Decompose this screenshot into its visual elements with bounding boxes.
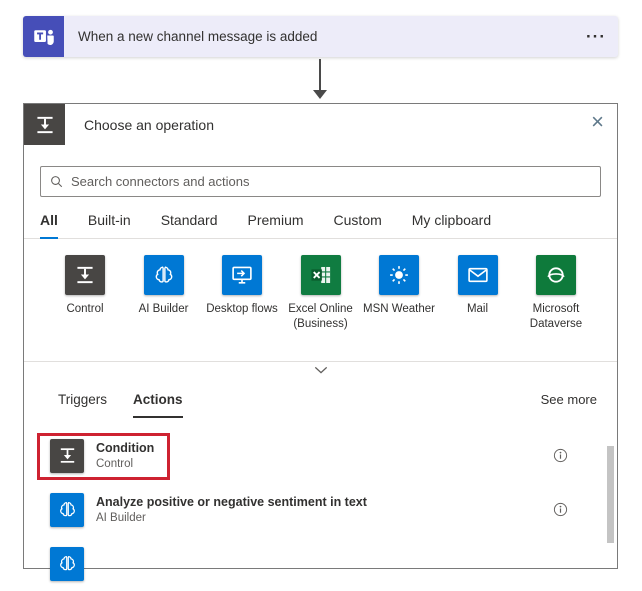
connector-card-dataverse[interactable]: Microsoft Dataverse xyxy=(519,255,593,332)
connector-card-mail[interactable]: Mail xyxy=(441,255,515,332)
trigger-title: When a new channel message is added xyxy=(78,29,318,44)
panel-header: Choose an operation × xyxy=(24,104,617,145)
tab-standard[interactable]: Standard xyxy=(161,212,218,238)
weather-sun-icon xyxy=(379,255,419,295)
trigger-menu-button[interactable]: ··· xyxy=(586,28,606,45)
search-icon xyxy=(49,174,64,189)
ai-builder-icon xyxy=(50,492,84,527)
desktop-flows-icon xyxy=(222,255,262,295)
action-subtitle: Control xyxy=(96,457,134,470)
close-icon[interactable]: × xyxy=(591,111,604,133)
panel-title: Choose an operation xyxy=(84,116,214,133)
info-icon[interactable] xyxy=(552,447,569,464)
action-row-partial[interactable] xyxy=(24,537,617,591)
search-section xyxy=(40,166,601,197)
tab-my-clipboard[interactable]: My clipboard xyxy=(412,212,491,238)
tab-actions[interactable]: Actions xyxy=(133,392,183,418)
connector-label: Control xyxy=(66,303,104,315)
tab-custom[interactable]: Custom xyxy=(334,212,382,238)
control-icon xyxy=(50,438,84,473)
connector-card-excel-online[interactable]: Excel Online (Business) xyxy=(284,255,358,332)
action-title: Condition xyxy=(96,441,155,456)
connector-arrow-line xyxy=(319,59,321,91)
info-icon[interactable] xyxy=(552,501,569,518)
connector-label: Desktop flows xyxy=(206,303,278,315)
category-tabs: All Built-in Standard Premium Custom My … xyxy=(24,197,617,239)
action-subtitle: AI Builder xyxy=(96,511,146,524)
connector-label: AI Builder xyxy=(138,303,189,315)
action-row-sentiment[interactable]: Analyze positive or negative sentiment i… xyxy=(24,483,617,537)
control-header-icon xyxy=(24,104,65,145)
ai-builder-icon xyxy=(143,255,184,295)
action-text: Condition Control xyxy=(96,440,154,471)
connector-card-desktop-flows[interactable]: Desktop flows xyxy=(205,255,279,332)
choose-operation-panel: Choose an operation × All Built-in Stand… xyxy=(23,103,618,581)
action-title: Analyze positive or negative sentiment i… xyxy=(96,495,367,510)
search-input[interactable] xyxy=(71,174,592,189)
connector-card-control[interactable]: Control xyxy=(48,255,122,332)
ai-builder-icon xyxy=(50,546,84,581)
chevron-down-icon xyxy=(314,366,328,374)
action-list: Condition Control Analyze positive or ne… xyxy=(24,429,617,591)
scrollbar-thumb[interactable] xyxy=(607,446,614,543)
connector-card-ai-builder[interactable]: AI Builder xyxy=(127,255,201,332)
dataverse-icon xyxy=(536,255,576,295)
connector-label: Excel Online (Business) xyxy=(288,303,353,330)
trigger-card[interactable]: When a new channel message is added ··· xyxy=(23,16,618,57)
connector-label: MSN Weather xyxy=(362,303,435,315)
tab-triggers[interactable]: Triggers xyxy=(58,392,107,416)
mail-envelope-icon xyxy=(457,255,498,295)
search-input-wrapper[interactable] xyxy=(40,166,601,197)
teams-icon xyxy=(23,16,64,57)
action-text: Analyze positive or negative sentiment i… xyxy=(96,494,367,525)
action-row-condition[interactable]: Condition Control xyxy=(24,429,617,483)
connector-label: Mail xyxy=(466,303,489,315)
collapse-gallery-button[interactable] xyxy=(24,360,617,378)
trigger-action-tabs: Triggers Actions See more xyxy=(24,378,617,418)
connector-card-msn-weather[interactable]: MSN Weather xyxy=(362,255,436,332)
tab-premium[interactable]: Premium xyxy=(248,212,304,238)
tab-all[interactable]: All xyxy=(40,212,58,239)
connector-gallery: Control AI Builder Desktop flows Excel O… xyxy=(24,239,617,332)
connector-arrow-head xyxy=(313,90,327,99)
see-more-link[interactable]: See more xyxy=(541,392,597,407)
connector-label: Microsoft Dataverse xyxy=(529,303,583,330)
excel-icon xyxy=(300,255,341,295)
tab-built-in[interactable]: Built-in xyxy=(88,212,131,238)
control-icon xyxy=(65,255,105,295)
